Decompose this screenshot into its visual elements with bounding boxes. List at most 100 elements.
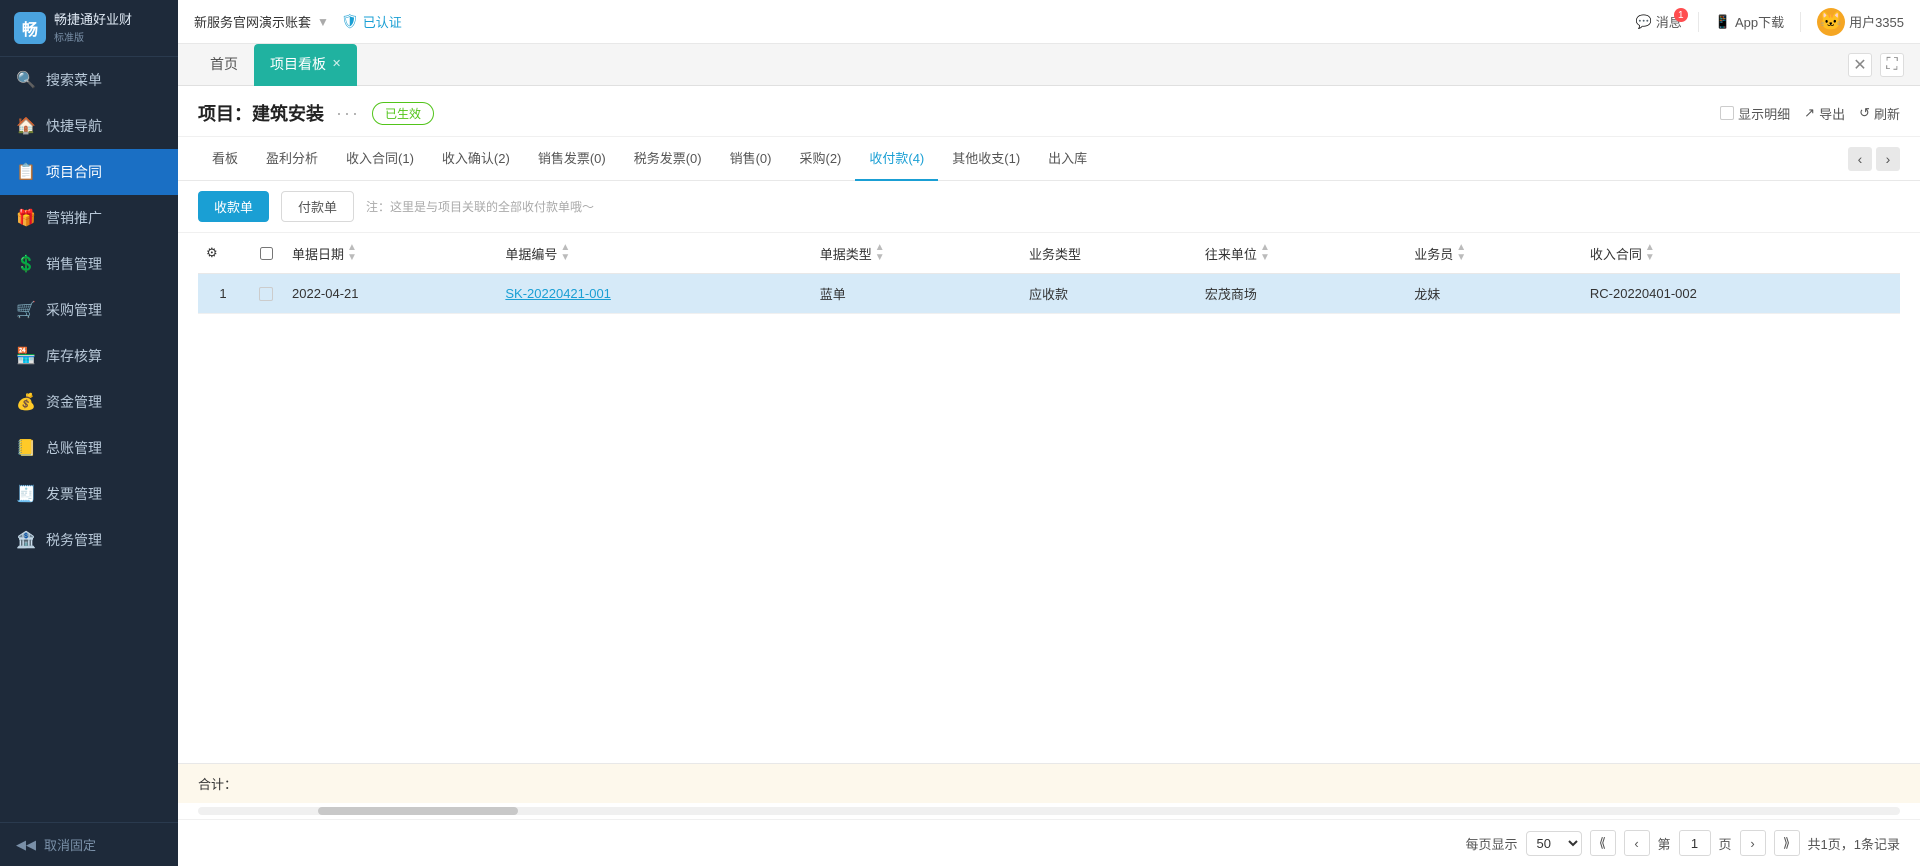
app-logo-icon: 畅: [14, 12, 46, 44]
sidebar-item-marketing[interactable]: 🎁 营销推广: [0, 195, 178, 241]
sub-tab-sales[interactable]: 销售(0): [716, 137, 786, 181]
col-partner-sort-icon[interactable]: ▲▼: [1260, 243, 1270, 263]
window-maximize-button[interactable]: ⛶: [1880, 53, 1904, 77]
export-icon: ↗: [1804, 105, 1815, 121]
show-detail-action[interactable]: 显示明细: [1720, 104, 1790, 123]
sidebar-item-inventory-label: 库存核算: [46, 346, 102, 366]
scrollbar-thumb[interactable]: [318, 807, 518, 815]
row-salesperson: 龙妹: [1406, 274, 1582, 314]
total-pages-info: 共1页，1条记录: [1808, 834, 1900, 853]
unpin-icon: ◀◀: [16, 837, 36, 853]
sidebar-item-sales[interactable]: 💲 销售管理: [0, 241, 178, 287]
horizontal-scrollbar[interactable]: [198, 807, 1900, 815]
page-prev-button[interactable]: ‹: [1624, 830, 1650, 856]
sub-tab-income-confirm[interactable]: 收入确认(2): [428, 137, 524, 181]
tab-home[interactable]: 首页: [194, 44, 254, 86]
col-date-sort-icon[interactable]: ▲▼: [347, 243, 357, 263]
sub-tab-prev-button[interactable]: ‹: [1848, 147, 1872, 171]
sidebar-item-inventory[interactable]: 🏪 库存核算: [0, 333, 178, 379]
sub-tab-income-contract[interactable]: 收入合同(1): [332, 137, 428, 181]
sidebar-item-invoice[interactable]: 🧾 发票管理: [0, 471, 178, 517]
page-suffix: 页: [1719, 834, 1732, 853]
col-date-label: 单据日期: [292, 244, 344, 263]
messages-button[interactable]: 💬 消息 1: [1636, 12, 1682, 31]
scroll-row: [178, 803, 1920, 819]
app-download-label: App下载: [1735, 12, 1784, 31]
tab-close-icon[interactable]: ✕: [332, 57, 341, 70]
col-number-label: 单据编号: [505, 244, 557, 263]
page-last-button[interactable]: ⟫: [1774, 830, 1800, 856]
sidebar-item-search-label: 搜索菜单: [46, 70, 102, 90]
sub-tab-purchase-label: 采购(2): [799, 148, 841, 167]
inventory-icon: 🏪: [16, 346, 36, 366]
page-size-select[interactable]: 50 100 200: [1526, 831, 1582, 856]
sidebar-item-ledger[interactable]: 📒 总账管理: [0, 425, 178, 471]
sub-tab-tax-invoice[interactable]: 税务发票(0): [620, 137, 716, 181]
receipts-filter-button[interactable]: 收款单: [198, 191, 269, 222]
sidebar-item-finance[interactable]: 💰 资金管理: [0, 379, 178, 425]
sub-tab-inout-label: 出入库: [1048, 148, 1087, 167]
show-detail-checkbox[interactable]: [1720, 106, 1734, 120]
sidebar-item-search[interactable]: 🔍 搜索菜单: [0, 57, 178, 103]
sub-tab-payment-label: 收付款(4): [869, 148, 924, 167]
col-contract-sort-icon[interactable]: ▲▼: [1645, 243, 1655, 263]
refresh-label: 刷新: [1874, 104, 1900, 123]
sidebar-item-tax-label: 税务管理: [46, 530, 102, 550]
sub-tab-nav: ‹ ›: [1848, 147, 1900, 171]
row-number-link[interactable]: SK-20220421-001: [505, 286, 611, 301]
message-icon: 💬: [1636, 14, 1652, 30]
page-next-button[interactable]: ›: [1740, 830, 1766, 856]
sub-tab-other[interactable]: 其他收支(1): [938, 137, 1034, 181]
settings-icon[interactable]: ⚙: [206, 245, 218, 261]
home-icon: 🏠: [16, 116, 36, 136]
app-edition: 标准版: [54, 29, 132, 44]
sidebar-item-project[interactable]: 📋 项目合同: [0, 149, 178, 195]
sub-tab-payment[interactable]: 收付款(4): [855, 137, 938, 181]
project-more-icon[interactable]: ···: [336, 103, 360, 124]
row-number[interactable]: SK-20220421-001: [497, 274, 811, 314]
sidebar-logo: 畅 畅捷通好业财 标准版: [0, 0, 178, 57]
col-header-biz-type: 业务类型: [1021, 233, 1197, 274]
project-status-badge: 已生效: [372, 102, 434, 125]
window-close-button[interactable]: ✕: [1848, 53, 1872, 77]
table-row[interactable]: 1 2022-04-21 SK-20220421-001 蓝单 应收款 宏茂商: [198, 274, 1900, 314]
sub-tab-kanban[interactable]: 看板: [198, 137, 252, 181]
payments-filter-button[interactable]: 付款单: [281, 191, 354, 222]
project-name: 建筑安装: [252, 104, 324, 124]
page-first-button[interactable]: ⟪: [1590, 830, 1616, 856]
sidebar-unpin[interactable]: ◀◀ 取消固定: [0, 822, 178, 866]
row-type: 蓝单: [812, 274, 1021, 314]
tab-project-board[interactable]: 项目看板 ✕: [254, 44, 357, 86]
sub-tab-purchase[interactable]: 采购(2): [785, 137, 855, 181]
sidebar-item-purchase[interactable]: 🛒 采购管理: [0, 287, 178, 333]
row-contract: RC-20220401-002: [1582, 274, 1900, 314]
col-type-label: 单据类型: [820, 244, 872, 263]
app-download-button[interactable]: 📱 App下载: [1715, 12, 1784, 31]
demo-account[interactable]: 新服务官网演示账套 ▼: [194, 12, 329, 31]
sub-tab-profit[interactable]: 盈利分析: [252, 137, 332, 181]
export-button[interactable]: ↗ 导出: [1804, 104, 1845, 123]
sub-tab-inout[interactable]: 出入库: [1034, 137, 1101, 181]
select-all-checkbox[interactable]: [260, 247, 273, 260]
refresh-button[interactable]: ↺ 刷新: [1859, 104, 1900, 123]
page-number-input[interactable]: 1: [1679, 830, 1711, 856]
col-header-contract: 收入合同 ▲▼: [1582, 233, 1900, 274]
row-biz-type: 应收款: [1021, 274, 1197, 314]
window-buttons: ✕ ⛶: [1848, 53, 1904, 77]
sub-tab-profit-label: 盈利分析: [266, 148, 318, 167]
sub-tab-next-button[interactable]: ›: [1876, 147, 1900, 171]
topbar: 新服务官网演示账套 ▼ 🛡 已认证 💬 消息 1 📱 App下载 🐱 用户335…: [178, 0, 1920, 44]
col-type-sort-icon[interactable]: ▲▼: [875, 243, 885, 263]
row-index: 1: [198, 274, 248, 314]
sidebar-item-tax[interactable]: 🏦 税务管理: [0, 517, 178, 563]
certified-shield-icon: 🛡: [341, 13, 359, 30]
user-menu[interactable]: 🐱 用户3355: [1817, 8, 1904, 36]
sidebar-item-quicknav[interactable]: 🏠 快捷导航: [0, 103, 178, 149]
export-label: 导出: [1819, 104, 1845, 123]
col-header-num: ⚙: [198, 233, 248, 274]
row-checkbox[interactable]: [259, 287, 273, 301]
sub-tab-sales-invoice[interactable]: 销售发票(0): [524, 137, 620, 181]
col-salesperson-sort-icon[interactable]: ▲▼: [1456, 243, 1466, 263]
col-number-sort-icon[interactable]: ▲▼: [560, 243, 570, 263]
show-detail-label: 显示明细: [1738, 104, 1790, 123]
